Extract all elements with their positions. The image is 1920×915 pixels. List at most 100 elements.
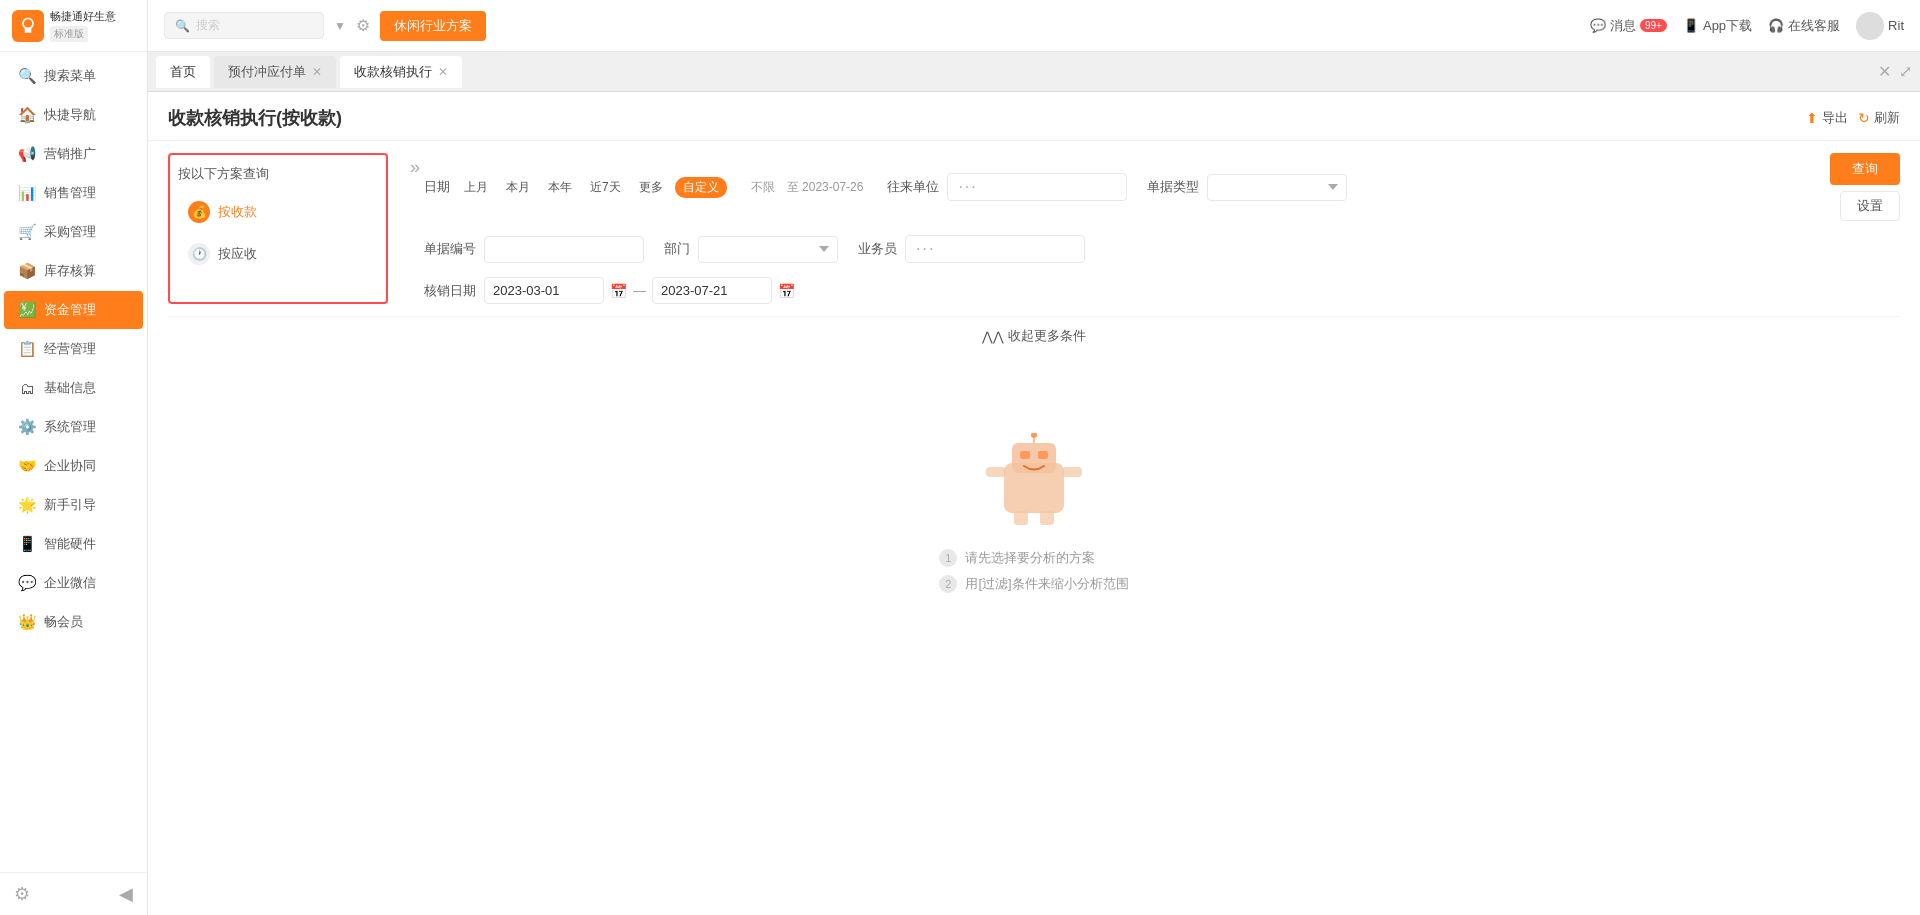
header-left: 🔍 搜索 ▼ ⚙ 休闲行业方案 — [164, 11, 486, 41]
username: Rit — [1888, 18, 1904, 33]
counterparty-label: 往来单位 — [887, 178, 939, 196]
svg-rect-2 — [1020, 451, 1030, 459]
verify-date-end-cal-icon[interactable]: 📅 — [778, 283, 795, 299]
tab-prepay[interactable]: 预付冲应付单 ✕ — [214, 56, 336, 88]
date-more[interactable]: 更多 — [633, 177, 669, 198]
sidebar-item-12[interactable]: 📱智能硬件 — [4, 525, 143, 563]
dept-select[interactable] — [698, 236, 838, 263]
sidebar-label-7: 经营管理 — [44, 340, 96, 358]
sidebar-item-8[interactable]: 🗂基础信息 — [4, 369, 143, 407]
close-tab-icon[interactable]: ✕ — [1878, 62, 1891, 81]
collapse-more-label: 收起更多条件 — [1008, 327, 1086, 345]
sidebar-item-10[interactable]: 🤝企业协同 — [4, 447, 143, 485]
verify-date-field: 核销日期 📅 — 📅 — [424, 277, 795, 304]
sidebar-item-6[interactable]: 💹资金管理 — [4, 291, 143, 329]
verify-date-start-cal-icon[interactable]: 📅 — [610, 283, 627, 299]
svg-rect-7 — [1062, 467, 1082, 477]
sidebar-item-1[interactable]: 🏠快捷导航 — [4, 96, 143, 134]
user-profile[interactable]: Rit — [1856, 12, 1904, 40]
filter-fields: 日期 上月 本月 本年 近7天 更多 自定义 不限 — [424, 153, 1900, 304]
date-last-7-days[interactable]: 近7天 — [584, 177, 627, 198]
app-download-action[interactable]: 📱 App下载 — [1683, 17, 1752, 35]
staff-field: 业务员 ··· — [858, 235, 1085, 263]
collapse-up-icon: ⋀⋀ — [982, 329, 1004, 344]
sidebar-item-3[interactable]: 📊销售管理 — [4, 174, 143, 212]
query-btn-group: 查询 设置 — [1820, 153, 1900, 221]
filter-scheme-panel: 按以下方案查询 💰 按收款 🕐 按应收 — [168, 153, 388, 304]
tab-collection[interactable]: 收款核销执行 ✕ — [340, 56, 462, 88]
page-actions: ⬆ 导出 ↻ 刷新 — [1806, 109, 1900, 127]
verify-date-end-input[interactable] — [652, 277, 772, 304]
sidebar-item-7[interactable]: 📋经营管理 — [4, 330, 143, 368]
sidebar-item-5[interactable]: 📦库存核算 — [4, 252, 143, 290]
date-no-limit-text: 不限 — [751, 179, 775, 196]
export-button[interactable]: ⬆ 导出 — [1806, 109, 1848, 127]
date-last-month[interactable]: 上月 — [458, 177, 494, 198]
filter-collapse-button[interactable]: » — [406, 153, 424, 304]
collapse-more-button[interactable]: ⋀⋀ 收起更多条件 — [982, 327, 1086, 345]
doc-no-input[interactable] — [484, 236, 644, 263]
main-area: 🔍 搜索 ▼ ⚙ 休闲行业方案 💬 消息 99+ 📱 App下载 🎧 在线客服 — [148, 0, 1920, 915]
settings-icon[interactable]: ⚙ — [14, 883, 30, 905]
sidebar-label-6: 资金管理 — [44, 301, 96, 319]
filter-by-receivable[interactable]: 🕐 按应收 — [178, 235, 378, 273]
service-icon: 🎧 — [1768, 18, 1784, 33]
collapse-sidebar-icon[interactable]: ◀ — [119, 883, 133, 905]
sidebar-item-14[interactable]: 👑畅会员 — [4, 603, 143, 641]
sidebar-label-13: 企业微信 — [44, 574, 96, 592]
empty-illustration — [974, 433, 1094, 533]
doc-type-select[interactable] — [1207, 174, 1347, 201]
date-this-year[interactable]: 本年 — [542, 177, 578, 198]
sidebar-label-4: 采购管理 — [44, 223, 96, 241]
expand-tab-icon[interactable]: ⤢ — [1899, 62, 1912, 81]
online-service-label: 在线客服 — [1788, 17, 1840, 35]
tab-home[interactable]: 首页 — [156, 56, 210, 88]
sidebar-item-0[interactable]: 🔍 搜索菜单 — [4, 57, 143, 95]
sidebar-item-9[interactable]: ⚙️系统管理 — [4, 408, 143, 446]
sidebar-label-3: 销售管理 — [44, 184, 96, 202]
counterparty-selector[interactable]: ··· — [947, 173, 1127, 201]
tab-collection-close-icon[interactable]: ✕ — [438, 65, 448, 79]
date-to-text: 至 2023-07-26 — [787, 179, 864, 196]
tab-prepay-close-icon[interactable]: ✕ — [312, 65, 322, 79]
solution-button[interactable]: 休闲行业方案 — [380, 11, 486, 41]
filter-payment-label: 按收款 — [218, 203, 257, 221]
search-placeholder: 搜索 — [196, 17, 220, 34]
sidebar-icon-5: 📦 — [18, 262, 36, 280]
date-field: 日期 上月 本月 本年 近7天 更多 自定义 — [424, 177, 727, 198]
header-gear-icon[interactable]: ⚙ — [356, 16, 370, 35]
header-search-box[interactable]: 🔍 搜索 — [164, 12, 324, 39]
svg-rect-3 — [1038, 451, 1048, 459]
date-custom[interactable]: 自定义 — [675, 177, 727, 198]
sidebar-icon-13: 💬 — [18, 574, 36, 592]
sidebar-label-14: 畅会员 — [44, 613, 83, 631]
app-logo: 畅捷通好生意 标准版 — [0, 0, 147, 52]
counterparty-dots: ··· — [958, 178, 977, 196]
hint-text-1: 请先选择要分析的方案 — [965, 549, 1095, 567]
sidebar-item-11[interactable]: 🌟新手引导 — [4, 486, 143, 524]
sidebar-icon-11: 🌟 — [18, 496, 36, 514]
sidebar-item-13[interactable]: 💬 企业微信 — [4, 564, 143, 602]
filter-by-payment[interactable]: 💰 按收款 — [178, 193, 378, 231]
query-button[interactable]: 查询 — [1830, 153, 1900, 185]
refresh-button[interactable]: ↻ 刷新 — [1858, 109, 1900, 127]
date-label: 日期 — [424, 178, 450, 196]
app-download-icon: 📱 — [1683, 18, 1699, 33]
empty-state: 1 请先选择要分析的方案 2 用[过滤]条件来缩小分析范围 — [148, 353, 1920, 653]
messages-action[interactable]: 💬 消息 99+ — [1590, 17, 1667, 35]
sidebar-item-4[interactable]: 🛒采购管理 — [4, 213, 143, 251]
sidebar-icon-0: 🔍 — [18, 67, 36, 85]
svg-rect-4 — [1014, 511, 1028, 525]
hint-num-1: 1 — [939, 549, 957, 567]
sidebar-label-0: 搜索菜单 — [44, 67, 96, 85]
messages-label: 消息 — [1610, 17, 1636, 35]
verify-date-start-input[interactable] — [484, 277, 604, 304]
online-service-action[interactable]: 🎧 在线客服 — [1768, 17, 1840, 35]
sidebar-item-2[interactable]: 📢营销推广 — [4, 135, 143, 173]
staff-selector[interactable]: ··· — [905, 235, 1085, 263]
counterparty-field: 往来单位 ··· — [887, 173, 1127, 201]
header-chevron-icon[interactable]: ▼ — [334, 19, 346, 33]
export-icon: ⬆ — [1806, 110, 1818, 126]
settings-button[interactable]: 设置 — [1840, 191, 1900, 221]
date-this-month[interactable]: 本月 — [500, 177, 536, 198]
